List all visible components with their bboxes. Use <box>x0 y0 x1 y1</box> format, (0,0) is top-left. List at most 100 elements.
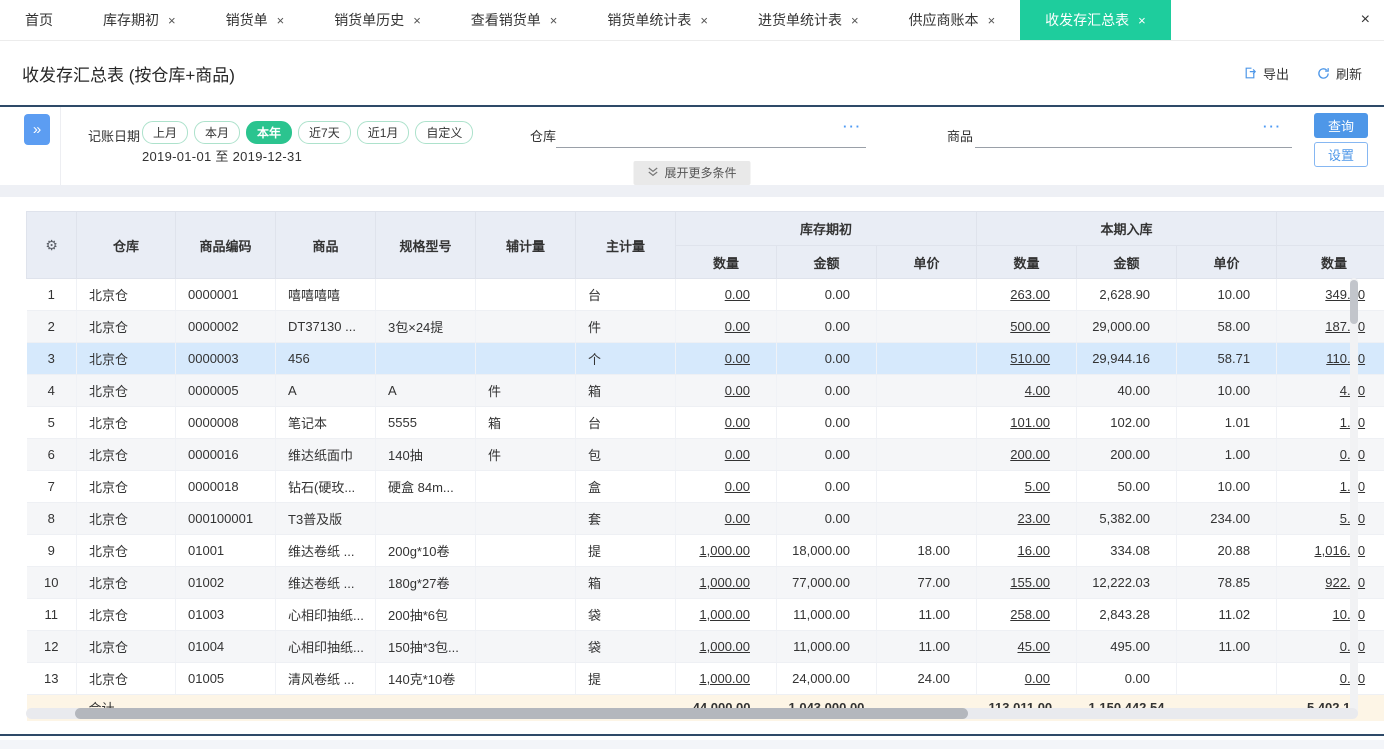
warehouse-input[interactable] <box>556 122 866 148</box>
tab-close-icon[interactable]: × <box>700 14 708 27</box>
cell-product-name: 钻石(硬玫... <box>276 471 376 503</box>
opening-qty-link[interactable]: 1,000.00 <box>699 671 750 686</box>
date-preset-pill[interactable]: 本月 <box>194 121 240 144</box>
tab[interactable]: 进货单统计表× <box>733 0 884 40</box>
cell-out-qty: 1,016.00 <box>1277 535 1384 567</box>
tab-close-icon[interactable]: × <box>988 14 996 27</box>
opening-qty-link[interactable]: 0.00 <box>725 319 750 334</box>
tab[interactable]: 收发存汇总表× <box>1020 0 1171 40</box>
vertical-scrollbar[interactable] <box>1350 278 1358 716</box>
cell-in-amount: 2,628.90 <box>1077 279 1177 311</box>
tab[interactable]: 供应商账本× <box>884 0 1021 40</box>
opening-qty-link[interactable]: 0.00 <box>725 447 750 462</box>
cell-in-price <box>1177 663 1277 695</box>
in-qty-link[interactable]: 510.00 <box>1010 351 1050 366</box>
date-preset-pill[interactable]: 上月 <box>142 121 188 144</box>
date-preset-pill[interactable]: 自定义 <box>415 121 473 144</box>
settings-button[interactable]: 设置 <box>1314 142 1368 167</box>
collapse-filter-button[interactable]: » <box>24 114 50 145</box>
expand-more-conditions-button[interactable]: 展开更多条件 <box>633 161 750 185</box>
cell-aux-unit <box>476 631 576 663</box>
cell-out-qty: 349.00 <box>1277 279 1384 311</box>
tab-close-icon[interactable]: × <box>413 14 421 27</box>
tab-close-icon[interactable]: × <box>1138 14 1146 27</box>
in-qty-link[interactable]: 0.00 <box>1025 671 1050 686</box>
out-qty-link[interactable]: 110.00 <box>1326 351 1365 366</box>
horizontal-scrollbar[interactable] <box>26 708 1358 719</box>
table-row[interactable]: 10北京仓01002维达卷纸 ...180g*27卷箱1,000.0077,00… <box>27 567 1384 599</box>
query-button[interactable]: 查询 <box>1314 113 1368 138</box>
tab[interactable]: 库存期初× <box>78 0 201 40</box>
in-qty-link[interactable]: 258.00 <box>1010 607 1050 622</box>
cell-in-amount: 12,222.03 <box>1077 567 1177 599</box>
column-settings-gear-icon[interactable]: ⚙ <box>45 237 58 253</box>
table-row[interactable]: 4北京仓0000005AA件箱0.000.004.0040.0010.004.0… <box>27 375 1384 407</box>
tab-close-icon[interactable]: × <box>550 14 558 27</box>
opening-qty-link[interactable]: 0.00 <box>725 511 750 526</box>
opening-qty-link[interactable]: 0.00 <box>725 383 750 398</box>
tab-close-icon[interactable]: × <box>851 14 859 27</box>
table-row[interactable]: 6北京仓0000016维达纸面巾140抽件包0.000.00200.00200.… <box>27 439 1384 471</box>
table-row[interactable]: 11北京仓01003心相印抽纸...200抽*6包袋1,000.0011,000… <box>27 599 1384 631</box>
table-row[interactable]: 5北京仓0000008笔记本5555箱台0.000.00101.00102.00… <box>27 407 1384 439</box>
table-row[interactable]: 7北京仓0000018钻石(硬玫...硬盒 84m...盒0.000.005.0… <box>27 471 1384 503</box>
date-preset-pill[interactable]: 近1月 <box>357 121 410 144</box>
tab[interactable]: 销货单统计表× <box>582 0 733 40</box>
tab[interactable]: 首页 <box>0 0 78 40</box>
tab-close-icon[interactable]: × <box>168 14 176 27</box>
refresh-button[interactable]: 刷新 <box>1317 64 1362 83</box>
cell-in-amount: 495.00 <box>1077 631 1177 663</box>
out-qty-link[interactable]: 922.00 <box>1325 575 1365 590</box>
table-row[interactable]: 12北京仓01004心相印抽纸...150抽*3包...袋1,000.0011,… <box>27 631 1384 663</box>
horizontal-scrollbar-thumb[interactable] <box>75 708 968 719</box>
in-qty-link[interactable]: 500.00 <box>1010 319 1050 334</box>
product-input[interactable] <box>975 122 1292 148</box>
table-row[interactable]: 2北京仓0000002DT37130 ...3包×24提件0.000.00500… <box>27 311 1384 343</box>
opening-qty-link[interactable]: 0.00 <box>725 479 750 494</box>
table-row[interactable]: 8北京仓000100001T3普及版套0.000.0023.005,382.00… <box>27 503 1384 535</box>
cell-aux-unit <box>476 311 576 343</box>
opening-qty-link[interactable]: 0.00 <box>725 287 750 302</box>
tab-close-icon[interactable]: × <box>277 14 285 27</box>
out-qty-link[interactable]: 187.00 <box>1325 319 1365 334</box>
in-qty-link[interactable]: 101.00 <box>1010 415 1050 430</box>
cell-opening-qty: 1,000.00 <box>676 535 777 567</box>
opening-qty-link[interactable]: 1,000.00 <box>699 607 750 622</box>
in-qty-link[interactable]: 155.00 <box>1010 575 1050 590</box>
warehouse-more-icon[interactable]: ··· <box>843 119 862 134</box>
opening-qty-link[interactable]: 1,000.00 <box>699 639 750 654</box>
cell-in-amount: 29,000.00 <box>1077 311 1177 343</box>
export-button[interactable]: 导出 <box>1243 64 1289 83</box>
cell-in-price: 58.71 <box>1177 343 1277 375</box>
product-more-icon[interactable]: ··· <box>1263 119 1282 134</box>
out-qty-link[interactable]: 10.00 <box>1333 607 1366 622</box>
in-qty-link[interactable]: 5.00 <box>1025 479 1050 494</box>
in-qty-link[interactable]: 16.00 <box>1017 543 1050 558</box>
date-preset-pill[interactable]: 本年 <box>246 121 292 144</box>
tab[interactable]: 销货单× <box>201 0 310 40</box>
table-row[interactable]: 13北京仓01005清风卷纸 ...140克*10卷提1,000.0024,00… <box>27 663 1384 695</box>
cell-opening-amount: 0.00 <box>777 279 877 311</box>
date-preset-pill[interactable]: 近7天 <box>298 121 351 144</box>
in-qty-link[interactable]: 263.00 <box>1010 287 1050 302</box>
in-qty-link[interactable]: 4.00 <box>1025 383 1050 398</box>
close-all-icon[interactable]: × <box>1353 0 1378 40</box>
date-range-value[interactable]: 2019-01-01 至 2019-12-31 <box>142 146 302 165</box>
opening-qty-link[interactable]: 1,000.00 <box>699 575 750 590</box>
header-spec: 规格型号 <box>376 212 476 279</box>
in-qty-link[interactable]: 200.00 <box>1010 447 1050 462</box>
cell-opening-price <box>877 311 977 343</box>
in-qty-link[interactable]: 23.00 <box>1017 511 1050 526</box>
vertical-scrollbar-thumb[interactable] <box>1350 280 1358 324</box>
table-row[interactable]: 3北京仓0000003456个0.000.00510.0029,944.1658… <box>27 343 1384 375</box>
header-group-opening: 库存期初 <box>676 212 977 246</box>
tab[interactable]: 销货单历史× <box>309 0 446 40</box>
out-qty-link[interactable]: 349.00 <box>1325 287 1365 302</box>
table-row[interactable]: 1北京仓0000001嘻嘻嘻嘻台0.000.00263.002,628.9010… <box>27 279 1384 311</box>
opening-qty-link[interactable]: 1,000.00 <box>699 543 750 558</box>
table-row[interactable]: 9北京仓01001维达卷纸 ...200g*10卷提1,000.0018,000… <box>27 535 1384 567</box>
opening-qty-link[interactable]: 0.00 <box>725 415 750 430</box>
in-qty-link[interactable]: 45.00 <box>1017 639 1050 654</box>
tab[interactable]: 查看销货单× <box>446 0 583 40</box>
opening-qty-link[interactable]: 0.00 <box>725 351 750 366</box>
